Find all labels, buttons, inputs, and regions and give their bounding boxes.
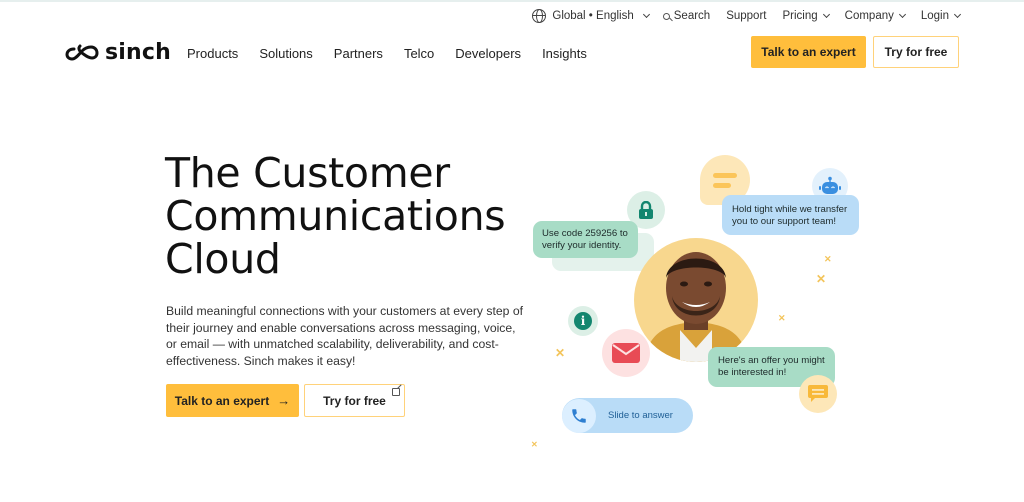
hero-title-line3: Cloud [165,235,281,283]
nav-telco[interactable]: Telco [404,46,434,61]
hero-talk-to-expert-button[interactable]: Talk to an expert → [166,384,299,417]
chevron-down-icon [642,10,650,19]
login-label: Login [920,10,949,22]
slide-to-answer-label: Slide to answer [608,410,673,421]
top-border [0,0,1024,2]
mail-icon [602,329,650,377]
main-nav: Products Solutions Partners Telco Develo… [187,46,608,61]
locale-label: Global • English [552,10,634,22]
header-try-for-free-button[interactable]: Try for free [873,36,959,68]
message-icon [799,375,837,413]
login-menu[interactable]: Login [920,10,962,22]
hero-try-for-free-button[interactable]: Try for free [304,384,405,417]
chevron-down-icon [898,10,906,19]
pricing-label: Pricing [782,10,818,22]
pricing-menu[interactable]: Pricing [782,10,830,22]
decorative-x: ✕ [816,272,827,286]
company-menu[interactable]: Company [844,10,906,22]
support-message-bubble: Hold tight while we transfer you to our … [722,195,859,235]
nav-products[interactable]: Products [187,46,238,61]
chevron-down-icon [822,10,830,19]
hero-cta-label: Talk to an expert [174,393,270,408]
chevron-down-icon [953,10,962,19]
nav-developers[interactable]: Developers [455,46,521,61]
logo-wordmark: sinch [105,40,172,65]
decorative-x: ✕ [531,440,538,449]
globe-icon [532,9,547,23]
verify-message-bubble: Use code 259256 to verify your identity. [533,221,638,258]
hero-title-line1: The Customer [165,149,450,197]
support-link[interactable]: Support [726,10,766,22]
hero-description: Build meaningful connections with your c… [166,304,524,368]
utility-nav: Global • English Search Support Pricing … [516,9,962,23]
arrow-right-icon: → [277,393,291,408]
phone-icon[interactable] [562,398,596,433]
search-label: Search [673,10,711,22]
hero-try-label: Try for free [323,393,386,408]
decorative-x: ✕ [824,254,832,264]
nav-solutions[interactable]: Solutions [259,46,312,61]
sinch-logo[interactable]: sinch [65,40,171,65]
header-talk-to-expert-button[interactable]: Talk to an expert [751,36,866,68]
hero-title-line2: Communications [165,192,506,240]
info-icon: i [568,306,598,336]
nav-insights[interactable]: Insights [542,46,587,61]
external-link-icon [392,388,400,396]
locale-selector[interactable]: Global • English [532,9,650,23]
decorative-x: ✕ [555,346,566,360]
slide-to-answer-control[interactable]: Slide to answer [562,398,693,433]
nav-partners[interactable]: Partners [334,46,383,61]
customer-portrait [634,238,758,362]
sinch-logo-icon [65,44,99,61]
search-icon [662,12,670,20]
company-label: Company [844,10,894,22]
hero-title: The Customer Communications Cloud [165,149,506,283]
support-label: Support [726,10,767,22]
search-link[interactable]: Search [662,10,711,22]
decorative-x: ✕ [778,313,786,323]
